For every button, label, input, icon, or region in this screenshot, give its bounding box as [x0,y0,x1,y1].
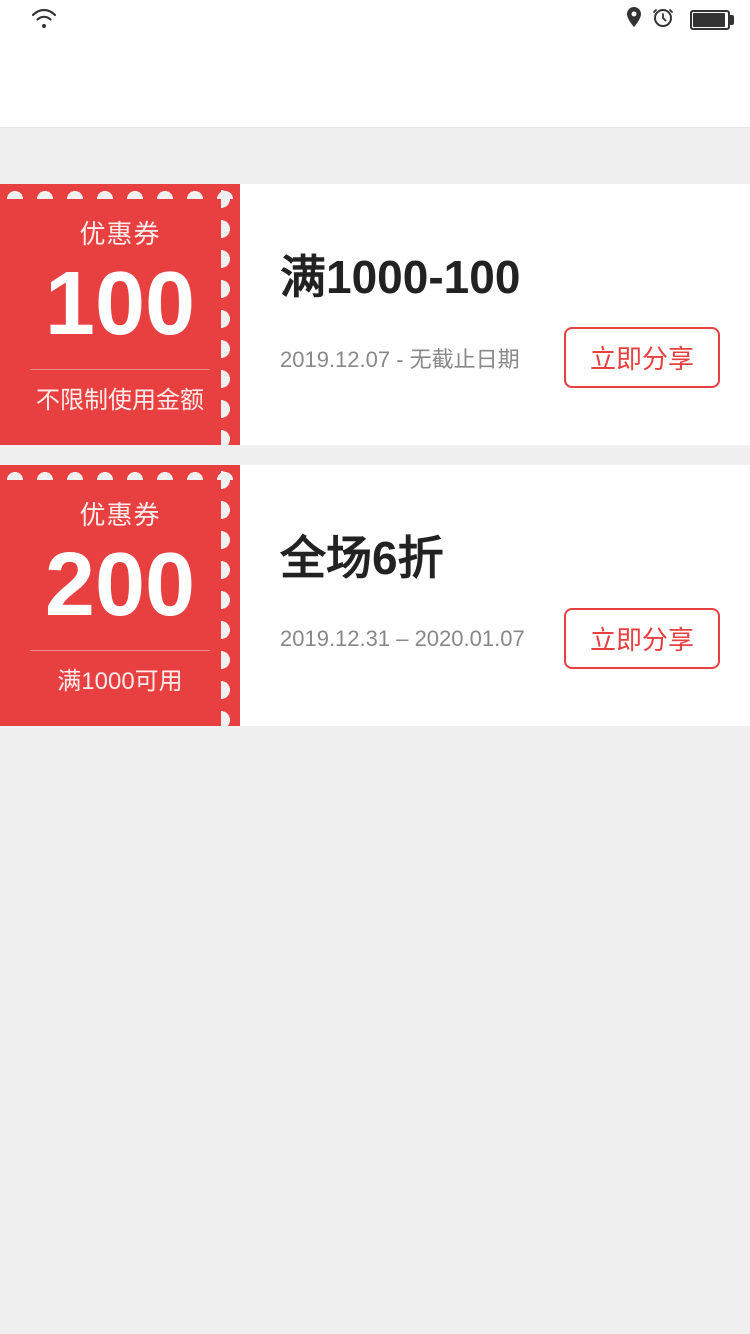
coupon-date-0: 2019.12.07 - 无截止日期 [280,342,554,374]
page-background [0,776,750,1176]
status-right [624,6,730,34]
coupon-amount-0: 100 [45,259,195,349]
share-button-0[interactable]: 立即分享 [564,327,720,388]
coupon-label-0: 优惠券 [79,214,160,251]
location-icon [624,6,644,34]
nav-bar [0,40,750,128]
alarm-icon [652,6,674,34]
coupon-divider-1 [30,650,210,651]
coupon-name-0: 满1000-100 [280,241,720,307]
coupon-left-0: 优惠券 100 不限制使用金额 [0,184,240,445]
coupon-divider-0 [30,369,210,370]
share-button-1[interactable]: 立即分享 [564,608,720,669]
coupon-date-1: 2019.12.31 – 2020.01.07 [280,626,554,652]
coupon-amount-1: 200 [45,540,195,630]
coupon-right-1: 全场6折 2019.12.31 – 2020.01.07 立即分享 [240,465,750,726]
battery-icon [690,10,730,30]
status-left [20,6,58,35]
coupon-label-1: 优惠券 [79,495,160,532]
coupon-card: 优惠券 200 满1000可用 全场6折 2019.12.31 – 2020.0… [0,465,750,726]
status-bar [0,0,750,40]
coupon-left-1: 优惠券 200 满1000可用 [0,465,240,726]
coupon-condition-1: 满1000可用 [57,661,182,696]
section-header [0,128,750,184]
coupon-list: 优惠券 100 不限制使用金额 满1000-100 2019.12.07 - 无… [0,184,750,776]
coupon-condition-0: 不限制使用金额 [36,380,204,415]
wifi-icon [30,6,58,35]
coupon-meta-1: 2019.12.31 – 2020.01.07 立即分享 [280,608,720,669]
coupon-card: 优惠券 100 不限制使用金额 满1000-100 2019.12.07 - 无… [0,184,750,445]
coupon-name-1: 全场6折 [280,522,720,588]
coupon-right-0: 满1000-100 2019.12.07 - 无截止日期 立即分享 [240,184,750,445]
coupon-meta-0: 2019.12.07 - 无截止日期 立即分享 [280,327,720,388]
